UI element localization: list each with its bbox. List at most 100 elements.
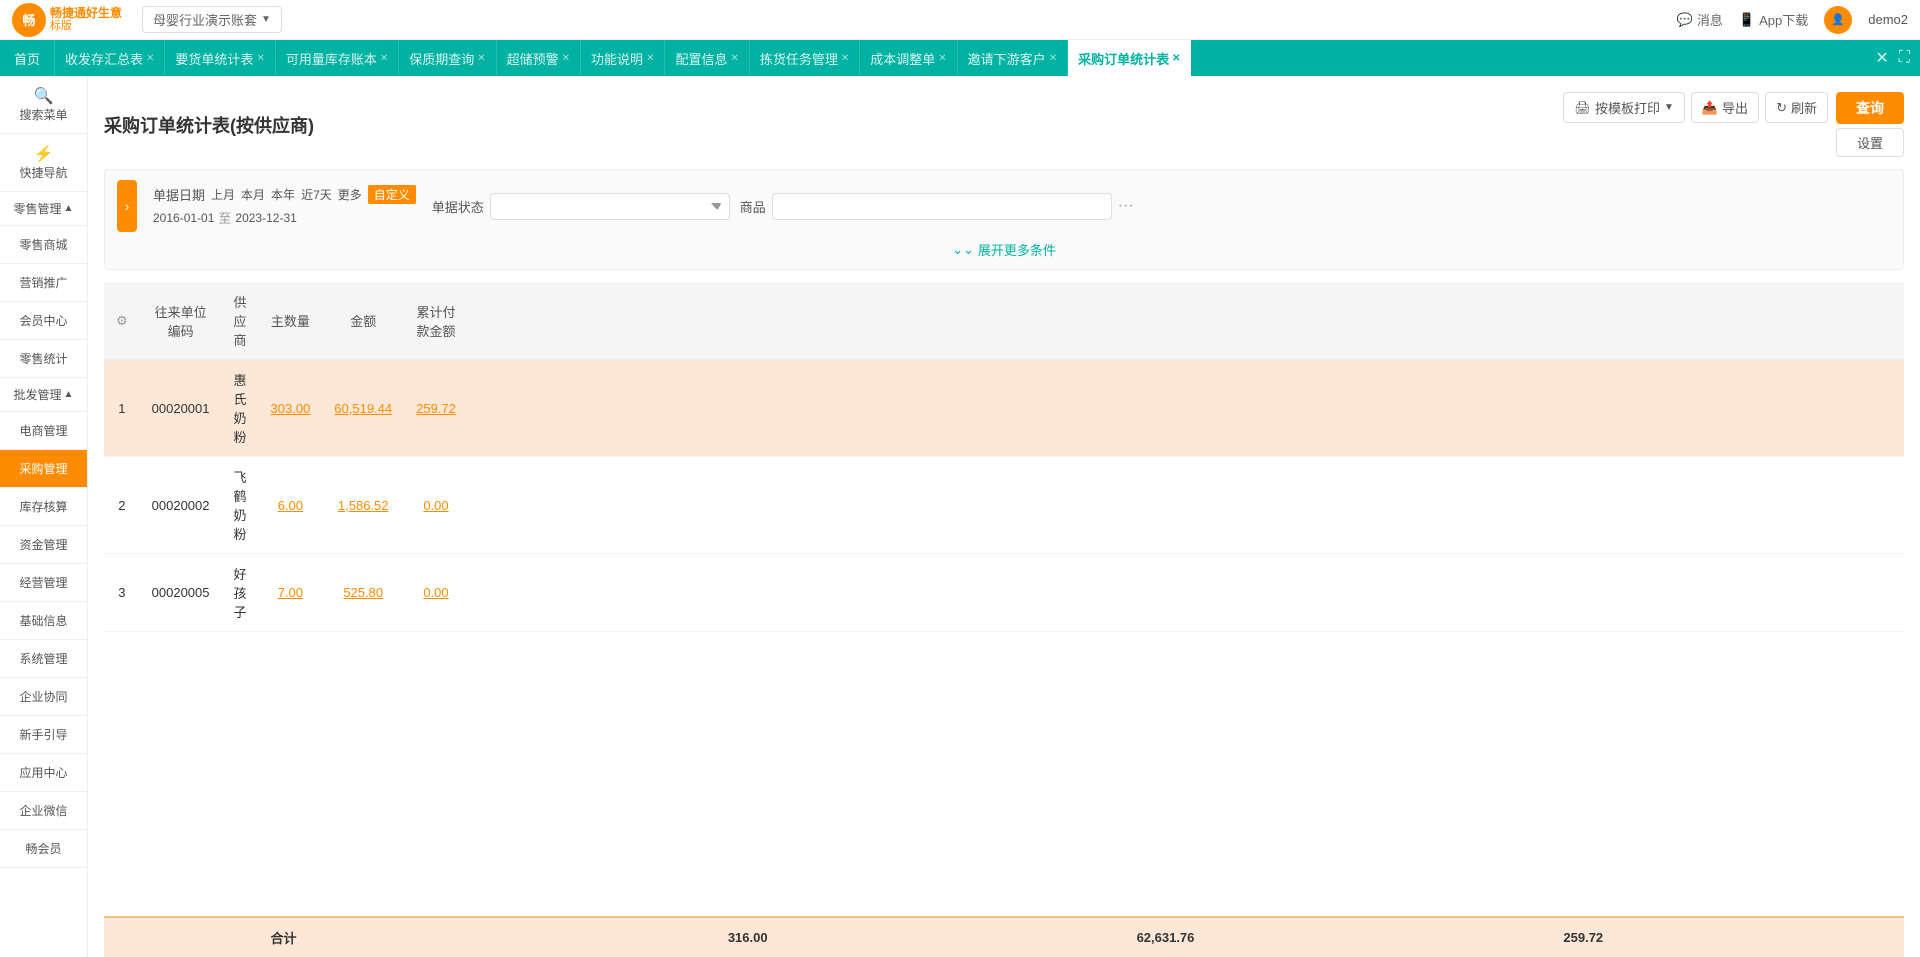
tab-gong-neng[interactable]: 功能说明 ✕ [581, 40, 665, 76]
chevron-down-icon: ▼ [261, 14, 271, 25]
sidebar-item-retail-mgmt[interactable]: 零售管理 ▲ [0, 192, 87, 226]
goods-label: 商品 [740, 197, 766, 216]
sidebar-item-wholesale[interactable]: 批发管理 ▲ [0, 378, 87, 412]
nav-minimize-icon[interactable]: ✕ [1875, 48, 1888, 68]
table-row[interactable]: 2 00020002 飞鹤奶粉 6.00 1,586.52 0.00 [104, 457, 1904, 554]
user-avatar[interactable]: 👤 [1824, 6, 1852, 34]
date-label: 单据日期 [153, 185, 205, 204]
tab-jian-huo[interactable]: 拣货任务管理 ✕ [750, 40, 860, 76]
date-to-value: 2023-12-31 [235, 211, 296, 225]
status-select[interactable] [490, 193, 730, 220]
tab-yao-qing[interactable]: 邀请下游客户 ✕ [958, 40, 1068, 76]
date-shortcut-last-month[interactable]: 上月 [211, 186, 235, 203]
sidebar-item-marketing[interactable]: 营销推广 [0, 264, 87, 302]
date-custom-badge: 自定义 [368, 185, 416, 204]
export-icon: 📤 [1702, 100, 1718, 116]
sidebar-item-basic-info[interactable]: 基础信息 [0, 602, 87, 640]
export-button[interactable]: 📤 导出 [1691, 92, 1759, 123]
table-container: ⚙ 往来单位编码 供应商 主数量 金额 累计付款金额 1 00020001 [104, 282, 1904, 632]
table-row[interactable]: 1 00020001 惠氏奶粉 303.00 60,519.44 259.72 [104, 360, 1904, 457]
data-table: ⚙ 往来单位编码 供应商 主数量 金额 累计付款金额 1 00020001 [104, 282, 1904, 632]
sidebar-item-member[interactable]: 会员中心 [0, 302, 87, 340]
th-paid-amount: 累计付款金额 [404, 282, 468, 360]
settings-button[interactable]: 设置 [1836, 128, 1904, 157]
goods-more-icon[interactable]: ··· [1118, 197, 1134, 215]
warehouse-selector[interactable]: 母婴行业演示账套 ▼ [142, 6, 282, 33]
logo-text: 畅捷通好生意 [50, 6, 122, 20]
sidebar-item-wechat[interactable]: 企业微信 [0, 792, 87, 830]
logo-icon: 畅 [12, 3, 46, 37]
th-quantity: 主数量 [259, 282, 323, 360]
tab-bao-zhi[interactable]: 保质期查询 ✕ [399, 40, 496, 76]
date-from-value: 2016-01-01 [153, 211, 214, 225]
chevron-icon: ▲ [64, 389, 74, 400]
tab-close-icon[interactable]: ✕ [146, 53, 154, 64]
sidebar-item-operations[interactable]: 经营管理 [0, 564, 87, 602]
sidebar-item-purchase[interactable]: 采购管理 [0, 450, 87, 488]
expand-down-icon: ⌄⌄ [952, 242, 974, 258]
sidebar-item-retail-mall[interactable]: 零售商城 [0, 226, 87, 264]
tab-cai-gou-active[interactable]: 采购订单统计表 ✕ [1068, 40, 1191, 76]
tab-yao-huo[interactable]: 要货单统计表 ✕ [165, 40, 275, 76]
tab-ke-yong[interactable]: 可用量库存账本 ✕ [276, 40, 399, 76]
sidebar: 🔍 搜索菜单 ⚡ 快捷导航 零售管理 ▲ 零售商城 营销推广 会员中心 零售统计… [0, 76, 88, 957]
nav-expand-icon[interactable]: ⛶ [1899, 49, 1910, 67]
message-icon: 💬 [1677, 12, 1693, 28]
date-shortcut-more[interactable]: 更多 [338, 186, 362, 203]
tab-shou-fa-cun[interactable]: 收发存汇总表 ✕ [55, 40, 165, 76]
total-label: 合计 [140, 918, 427, 957]
sidebar-item-system[interactable]: 系统管理 [0, 640, 87, 678]
chevron-down-icon: ▼ [1664, 102, 1674, 113]
tab-chao-chu[interactable]: 超储预警 ✕ [497, 40, 581, 76]
tab-cheng-ben[interactable]: 成本调整单 ✕ [860, 40, 957, 76]
username-label: demo2 [1868, 12, 1908, 27]
tab-pei-zhi[interactable]: 配置信息 ✕ [665, 40, 749, 76]
tab-home[interactable]: 首页 [0, 40, 55, 76]
goods-input[interactable] [772, 193, 1112, 220]
tab-close-icon[interactable]: ✕ [646, 53, 654, 64]
date-shortcut-this-month[interactable]: 本月 [241, 186, 265, 203]
page-title: 采购订单统计表(按供应商) [104, 112, 314, 138]
table-row[interactable]: 3 00020005 好孩子 7.00 525.80 0.00 [104, 554, 1904, 632]
sidebar-item-newbie[interactable]: 新手引导 [0, 716, 87, 754]
tab-close-icon[interactable]: ✕ [1172, 53, 1180, 64]
tab-close-icon[interactable]: ✕ [477, 53, 485, 64]
gear-icon[interactable]: ⚙ [116, 313, 128, 328]
tab-close-icon[interactable]: ✕ [1049, 53, 1057, 64]
tab-close-icon[interactable]: ✕ [380, 53, 388, 64]
sidebar-item-vip[interactable]: 畅会员 [0, 830, 87, 868]
th-amount: 金额 [322, 282, 404, 360]
tab-close-icon[interactable]: ✕ [256, 53, 264, 64]
filter-expand-button[interactable]: › [117, 180, 137, 232]
th-unit-code: 往来单位编码 [140, 282, 222, 360]
refresh-button[interactable]: ↻ 刷新 [1765, 92, 1828, 123]
download-icon: 📱 [1739, 12, 1755, 28]
sidebar-item-quick-nav[interactable]: ⚡ 快捷导航 [0, 134, 87, 192]
query-button[interactable]: 查询 [1836, 92, 1904, 124]
tab-close-icon[interactable]: ✕ [841, 53, 849, 64]
sidebar-item-search[interactable]: 🔍 搜索菜单 [0, 76, 87, 134]
sidebar-item-ecommerce[interactable]: 电商管理 [0, 412, 87, 450]
nav-tabs-bar: 首页 收发存汇总表 ✕ 要货单统计表 ✕ 可用量库存账本 ✕ 保质期查询 ✕ 超… [0, 40, 1920, 76]
chevron-icon: ▲ [64, 203, 74, 214]
top-bar: 畅 畅捷通好生意 标版 母婴行业演示账套 ▼ 💬 消息 📱 App下载 👤 de… [0, 0, 1920, 40]
th-gear: ⚙ [104, 282, 140, 360]
total-footer: 合计 316.00 62,631.76 259.72 [104, 916, 1904, 957]
sidebar-item-finance[interactable]: 资金管理 [0, 526, 87, 564]
app-download-button[interactable]: 📱 App下载 [1739, 10, 1808, 29]
tab-close-icon[interactable]: ✕ [562, 53, 570, 64]
sidebar-item-collab[interactable]: 企业协同 [0, 678, 87, 716]
refresh-icon: ↻ [1776, 100, 1787, 116]
sidebar-item-inventory[interactable]: 库存核算 [0, 488, 87, 526]
tab-close-icon[interactable]: ✕ [730, 53, 738, 64]
message-button[interactable]: 💬 消息 [1677, 10, 1723, 29]
print-button[interactable]: 🖨 按模板打印 ▼ [1563, 92, 1684, 123]
print-icon: 🖨 [1574, 100, 1591, 116]
expand-more-button[interactable]: ⌄⌄ 展开更多条件 [952, 240, 1056, 259]
biaoji-text: 标版 [50, 20, 122, 33]
date-shortcut-7days[interactable]: 近7天 [301, 186, 332, 203]
date-shortcut-this-year[interactable]: 本年 [271, 186, 295, 203]
sidebar-item-retail-stat[interactable]: 零售统计 [0, 340, 87, 378]
sidebar-item-app-center[interactable]: 应用中心 [0, 754, 87, 792]
tab-close-icon[interactable]: ✕ [938, 53, 946, 64]
